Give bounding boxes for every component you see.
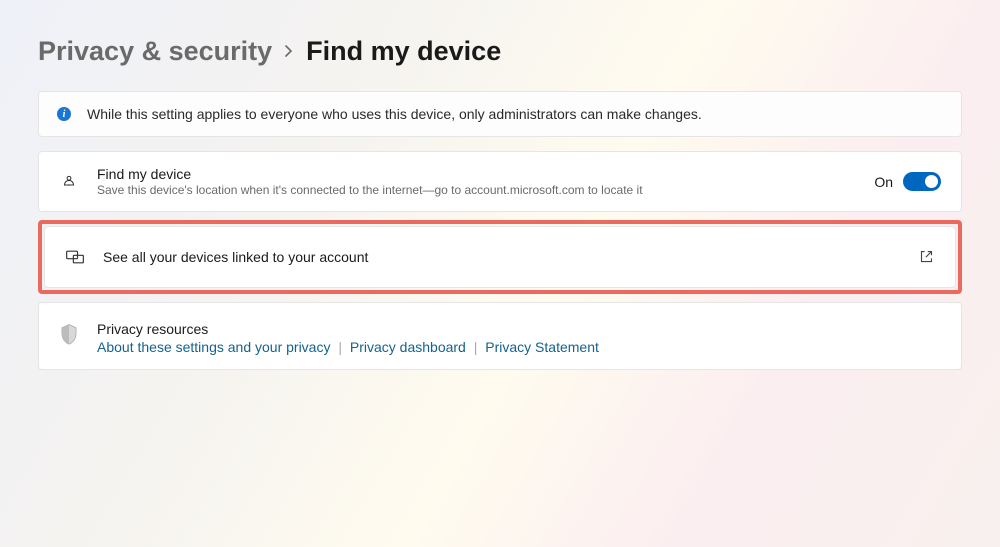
privacy-dashboard-link[interactable]: Privacy dashboard	[350, 339, 466, 355]
find-my-device-card: Find my device Save this device's locati…	[38, 151, 962, 212]
setting-subtitle: Save this device's location when it's co…	[97, 183, 856, 197]
privacy-resources-title: Privacy resources	[97, 321, 599, 337]
privacy-statement-link[interactable]: Privacy Statement	[485, 339, 599, 355]
breadcrumb: Privacy & security Find my device	[38, 36, 962, 67]
chevron-right-icon	[284, 44, 294, 63]
highlight-box: See all your devices linked to your acco…	[38, 220, 962, 294]
banner-text: While this setting applies to everyone w…	[87, 106, 702, 122]
separator: |	[474, 339, 478, 355]
separator: |	[338, 339, 342, 355]
admin-info-banner: While this setting applies to everyone w…	[38, 91, 962, 137]
devices-icon	[65, 247, 85, 267]
page-title: Find my device	[306, 36, 501, 67]
find-my-device-toggle[interactable]	[903, 172, 941, 191]
shield-icon	[59, 323, 79, 350]
external-link-icon	[919, 249, 935, 265]
about-settings-link[interactable]: About these settings and your privacy	[97, 339, 330, 355]
info-icon	[57, 107, 71, 121]
setting-title: Find my device	[97, 166, 856, 182]
see-devices-label: See all your devices linked to your acco…	[103, 249, 901, 265]
privacy-resources-card: Privacy resources About these settings a…	[38, 302, 962, 370]
see-all-devices-link[interactable]: See all your devices linked to your acco…	[45, 227, 955, 287]
toggle-state-label: On	[874, 174, 893, 190]
breadcrumb-parent[interactable]: Privacy & security	[38, 36, 272, 67]
location-person-icon	[59, 172, 79, 192]
